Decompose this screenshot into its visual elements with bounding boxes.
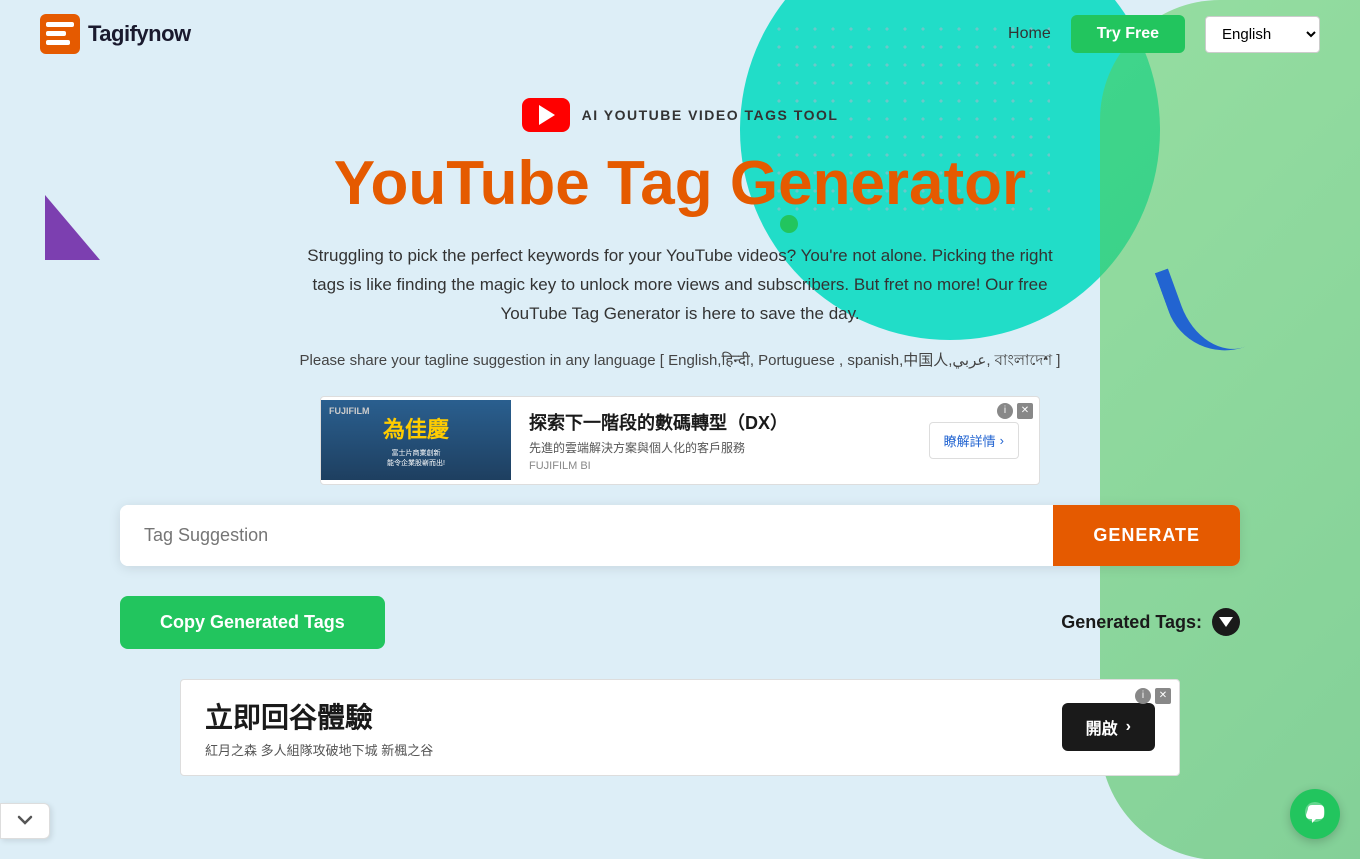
ad1-action-area: 瞭解詳情 ›	[909, 422, 1039, 459]
copy-tags-button[interactable]: Copy Generated Tags	[120, 596, 385, 649]
navbar: Tagifynow Home Try Free English 中文 Españ…	[0, 0, 1360, 68]
ad1-learn-more-label: 瞭解詳情	[944, 431, 996, 450]
chat-bubble-button[interactable]	[1290, 789, 1340, 839]
youtube-badge: AI YOUTUBE VIDEO TAGS TOOL	[20, 98, 1340, 132]
ad2-close-area: i ✕	[1135, 688, 1171, 704]
home-link[interactable]: Home	[1008, 25, 1051, 43]
generated-tags-label: Generated Tags:	[1061, 608, 1240, 636]
ad-banner-2: 立即回谷體驗 紅月之森 多人組隊攻破地下城 新楓之谷 開啟 › i ✕	[180, 679, 1180, 776]
hero-description: Struggling to pick the perfect keywords …	[290, 242, 1070, 329]
badge-label: AI YOUTUBE VIDEO TAGS TOOL	[582, 107, 839, 123]
input-area: GENERATE	[120, 505, 1240, 566]
logo-area: Tagifynow	[40, 14, 191, 54]
main-content: AI YOUTUBE VIDEO TAGS TOOL YouTube Tag G…	[0, 68, 1360, 776]
chevron-down-icon	[15, 813, 35, 829]
collapse-button[interactable]	[0, 803, 50, 839]
ad2-info-icon[interactable]: i	[1135, 688, 1151, 704]
ad1-close-area: i ✕	[997, 403, 1033, 419]
ad2-content: 立即回谷體驗 紅月之森 多人組隊攻破地下城 新楓之谷	[181, 680, 1038, 775]
ad1-subtitle: 先進的雲端解決方案與個人化的客戶服務	[529, 439, 891, 456]
tag-input[interactable]	[120, 505, 1053, 566]
try-free-button[interactable]: Try Free	[1071, 15, 1185, 53]
ad2-open-label: 開啟	[1086, 715, 1118, 739]
ad1-fujifilm-brand: FUJIFILM	[329, 406, 370, 416]
ad1-content: 探索下一階段的數碼轉型（DX） 先進的雲端解決方案與個人化的客戶服務 FUJIF…	[511, 397, 909, 484]
chat-icon	[1302, 801, 1328, 827]
ad1-info-icon[interactable]: i	[997, 403, 1013, 419]
ad2-chevron-icon: ›	[1126, 718, 1131, 736]
ad1-brand: FUJIFILM BI	[529, 460, 891, 472]
youtube-icon	[522, 98, 570, 132]
language-tagline: Please share your tagline suggestion in …	[20, 349, 1340, 374]
ad1-chevron-icon: ›	[1000, 433, 1004, 448]
ad2-title: 立即回谷體驗	[205, 696, 1014, 736]
ad1-learn-more-button[interactable]: 瞭解詳情 ›	[929, 422, 1019, 459]
ad2-close-icon[interactable]: ✕	[1155, 688, 1171, 704]
ad1-image: 為佳慶 富士片商業創新能令企業股嶄而出! FUJIFILM	[321, 400, 511, 480]
arrow-down-icon	[1212, 608, 1240, 636]
main-title: YouTube Tag Generator	[20, 150, 1340, 218]
ad1-fujifilm-subtitle: 富士片商業創新能令企業股嶄而出!	[387, 448, 445, 468]
ad-banner-1: 為佳慶 富士片商業創新能令企業股嶄而出! FUJIFILM 探索下一階段的數碼轉…	[320, 396, 1040, 485]
language-select[interactable]: English 中文 Español Português العربية हिन…	[1205, 16, 1320, 53]
generated-tags-text: Generated Tags:	[1061, 612, 1202, 633]
bottom-actions: Copy Generated Tags Generated Tags:	[120, 596, 1240, 679]
ad2-subtitle: 紅月之森 多人組隊攻破地下城 新楓之谷	[205, 740, 1014, 759]
logo-text: Tagifynow	[88, 21, 191, 47]
ad2-open-button[interactable]: 開啟 ›	[1062, 703, 1155, 751]
youtube-play-icon	[539, 105, 555, 125]
generate-button[interactable]: GENERATE	[1053, 505, 1240, 566]
nav-right: Home Try Free English 中文 Español Portugu…	[1008, 15, 1320, 53]
logo-icon	[40, 14, 80, 54]
ad1-fujifilm-text: 為佳慶	[383, 412, 449, 444]
arrow-down-shape	[1219, 617, 1233, 627]
ad1-close-icon[interactable]: ✕	[1017, 403, 1033, 419]
ad1-title: 探索下一階段的數碼轉型（DX）	[529, 409, 891, 435]
